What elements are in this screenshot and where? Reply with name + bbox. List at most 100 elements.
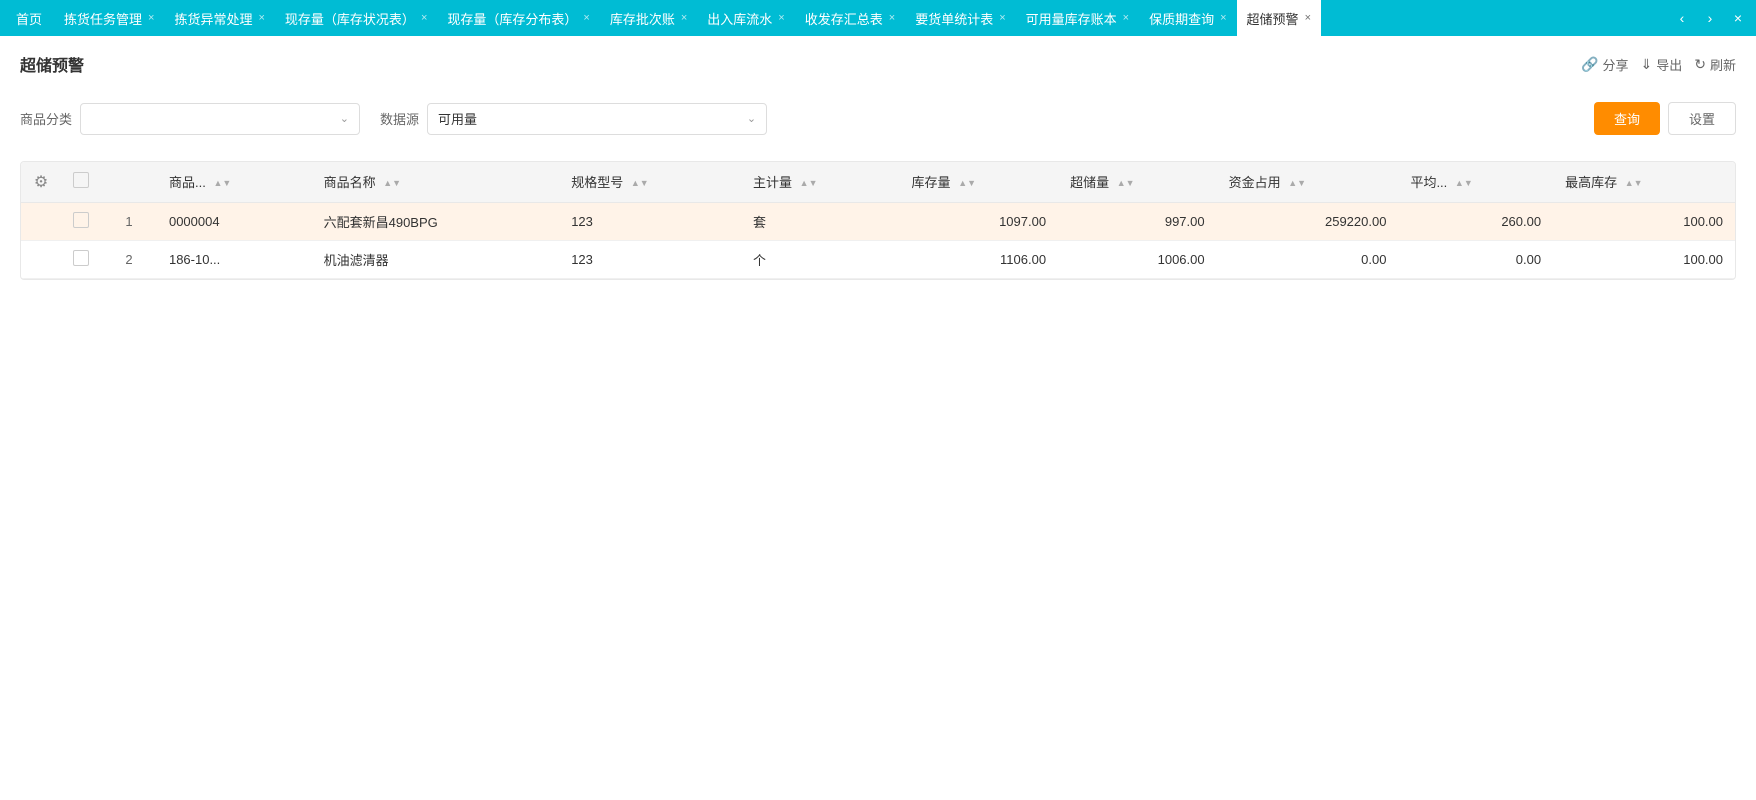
- row-capital: 0.00: [1217, 240, 1399, 278]
- share-button[interactable]: 🔗 分享: [1581, 55, 1628, 74]
- data-table: ⚙ 商品... ▲▼ 商品名称 ▲▼ 规格型号: [21, 162, 1735, 279]
- col-header-spec[interactable]: 规格型号 ▲▼: [559, 162, 741, 202]
- row-max-stock: 100.00: [1553, 240, 1735, 278]
- nav-tab-close-2[interactable]: ×: [421, 12, 427, 24]
- query-button[interactable]: 查询: [1594, 102, 1660, 135]
- gear-icon[interactable]: ⚙: [34, 174, 48, 191]
- nav-tab-5[interactable]: 出入库流水×: [697, 0, 794, 36]
- col-header-over-stock[interactable]: 超储量 ▲▼: [1058, 162, 1217, 202]
- nav-tab-close-4[interactable]: ×: [681, 12, 687, 24]
- settings-button[interactable]: 设置: [1668, 102, 1736, 135]
- row-stock: 1106.00: [900, 240, 1059, 278]
- nav-tab-close-9[interactable]: ×: [1220, 12, 1226, 24]
- nav-tab-close-5[interactable]: ×: [778, 12, 784, 24]
- nav-tab-0[interactable]: 拣货任务管理×: [54, 0, 164, 36]
- product-category-chevron: ⌄: [340, 112, 349, 125]
- table-body: 1 0000004 六配套新昌490BPG 123 套 1097.00 997.…: [21, 202, 1735, 278]
- nav-tab-close-8[interactable]: ×: [1123, 12, 1129, 24]
- row-check-cell: [61, 202, 101, 240]
- col-unit-label: 主计量: [753, 175, 792, 190]
- select-all-checkbox[interactable]: [73, 172, 89, 188]
- col-header-product-code[interactable]: 商品... ▲▼: [157, 162, 312, 202]
- data-source-filter: 数据源 可用量 ⌄: [380, 103, 767, 135]
- sort-spec-icon: ▲▼: [631, 179, 649, 188]
- nav-prev-button[interactable]: ‹: [1668, 0, 1696, 36]
- col-header-max-stock[interactable]: 最高库存 ▲▼: [1553, 162, 1735, 202]
- product-category-filter: 商品分类 ⌄: [20, 103, 360, 135]
- nav-tab-4[interactable]: 库存批次账×: [600, 0, 697, 36]
- row-unit: 个: [741, 240, 900, 278]
- col-avg-label: 平均...: [1410, 175, 1447, 190]
- sort-over-stock-icon: ▲▼: [1117, 179, 1135, 188]
- col-spec-label: 规格型号: [571, 175, 623, 190]
- nav-tab-9[interactable]: 保质期查询×: [1139, 0, 1236, 36]
- row-unit: 套: [741, 202, 900, 240]
- table-container: ⚙ 商品... ▲▼ 商品名称 ▲▼ 规格型号: [20, 161, 1736, 280]
- table-row: 1 0000004 六配套新昌490BPG 123 套 1097.00 997.…: [21, 202, 1735, 240]
- nav-tab-close-1[interactable]: ×: [258, 12, 264, 24]
- nav-tab-2[interactable]: 现存量（库存状况表）×: [275, 0, 437, 36]
- row-spec: 123: [559, 240, 741, 278]
- row-gear-cell: [21, 240, 61, 278]
- nav-tab-7[interactable]: 要货单统计表×: [905, 0, 1015, 36]
- row-product-name: 机油滤清器: [312, 240, 560, 278]
- row-checkbox[interactable]: [73, 250, 89, 266]
- export-button[interactable]: ⇓ 导出: [1641, 55, 1683, 74]
- col-max-stock-label: 最高库存: [1565, 175, 1617, 190]
- col-header-capital[interactable]: 资金占用 ▲▼: [1217, 162, 1399, 202]
- product-category-label: 商品分类: [20, 109, 72, 128]
- export-label: 导出: [1656, 55, 1682, 74]
- header-actions: 🔗 分享 ⇓ 导出 ↻ 刷新: [1581, 55, 1736, 74]
- refresh-label: 刷新: [1710, 55, 1736, 74]
- page-title: 超储预警: [20, 52, 84, 76]
- nav-tab-1[interactable]: 拣货异常处理×: [164, 0, 274, 36]
- page-header: 超储预警 🔗 分享 ⇓ 导出 ↻ 刷新: [20, 52, 1736, 76]
- nav-close-button[interactable]: ×: [1724, 0, 1752, 36]
- col-check-header: [61, 162, 101, 202]
- col-product-code-label: 商品...: [169, 175, 206, 190]
- data-source-select[interactable]: 可用量 ⌄: [427, 103, 767, 135]
- nav-tab-close-10[interactable]: ×: [1305, 12, 1311, 24]
- top-nav: 首页 拣货任务管理×拣货异常处理×现存量（库存状况表）×现存量（库存分布表）×库…: [0, 0, 1756, 36]
- row-num: 2: [101, 240, 157, 278]
- nav-tab-close-7[interactable]: ×: [999, 12, 1005, 24]
- row-num: 1: [101, 202, 157, 240]
- share-icon: 🔗: [1581, 56, 1598, 73]
- nav-tab-close-0[interactable]: ×: [148, 12, 154, 24]
- data-source-chevron: ⌄: [747, 112, 756, 125]
- data-source-value: 可用量: [438, 109, 477, 128]
- nav-tab-10[interactable]: 超储预警×: [1237, 0, 1321, 36]
- export-icon: ⇓: [1641, 56, 1653, 73]
- sort-unit-icon: ▲▼: [800, 179, 818, 188]
- sort-product-name-icon: ▲▼: [383, 179, 401, 188]
- col-header-avg[interactable]: 平均... ▲▼: [1398, 162, 1553, 202]
- refresh-button[interactable]: ↻ 刷新: [1694, 55, 1736, 74]
- row-over-stock: 997.00: [1058, 202, 1217, 240]
- row-over-stock: 1006.00: [1058, 240, 1217, 278]
- row-max-stock: 100.00: [1553, 202, 1735, 240]
- sort-product-code-icon: ▲▼: [213, 179, 231, 188]
- nav-home[interactable]: 首页: [4, 9, 54, 28]
- nav-next-button[interactable]: ›: [1696, 0, 1724, 36]
- col-header-product-name[interactable]: 商品名称 ▲▼: [312, 162, 560, 202]
- nav-tab-close-3[interactable]: ×: [583, 12, 589, 24]
- row-spec: 123: [559, 202, 741, 240]
- filter-buttons: 查询 设置: [1594, 102, 1736, 135]
- nav-tab-3[interactable]: 现存量（库存分布表）×: [437, 0, 599, 36]
- col-header-stock[interactable]: 库存量 ▲▼: [900, 162, 1059, 202]
- nav-tab-6[interactable]: 收发存汇总表×: [795, 0, 905, 36]
- filter-area: 商品分类 ⌄ 数据源 可用量 ⌄ 查询 设置: [20, 92, 1736, 145]
- col-header-unit[interactable]: 主计量 ▲▼: [741, 162, 900, 202]
- row-avg: 260.00: [1398, 202, 1553, 240]
- product-category-select[interactable]: ⌄: [80, 103, 360, 135]
- row-checkbox[interactable]: [73, 212, 89, 228]
- col-product-name-label: 商品名称: [324, 175, 376, 190]
- sort-avg-icon: ▲▼: [1455, 179, 1473, 188]
- sort-capital-icon: ▲▼: [1288, 179, 1306, 188]
- nav-tab-8[interactable]: 可用量库存账本×: [1016, 0, 1139, 36]
- row-capital: 259220.00: [1217, 202, 1399, 240]
- row-gear-cell: [21, 202, 61, 240]
- col-header-row-num: [101, 162, 157, 202]
- col-stock-label: 库存量: [912, 175, 951, 190]
- nav-tab-close-6[interactable]: ×: [889, 12, 895, 24]
